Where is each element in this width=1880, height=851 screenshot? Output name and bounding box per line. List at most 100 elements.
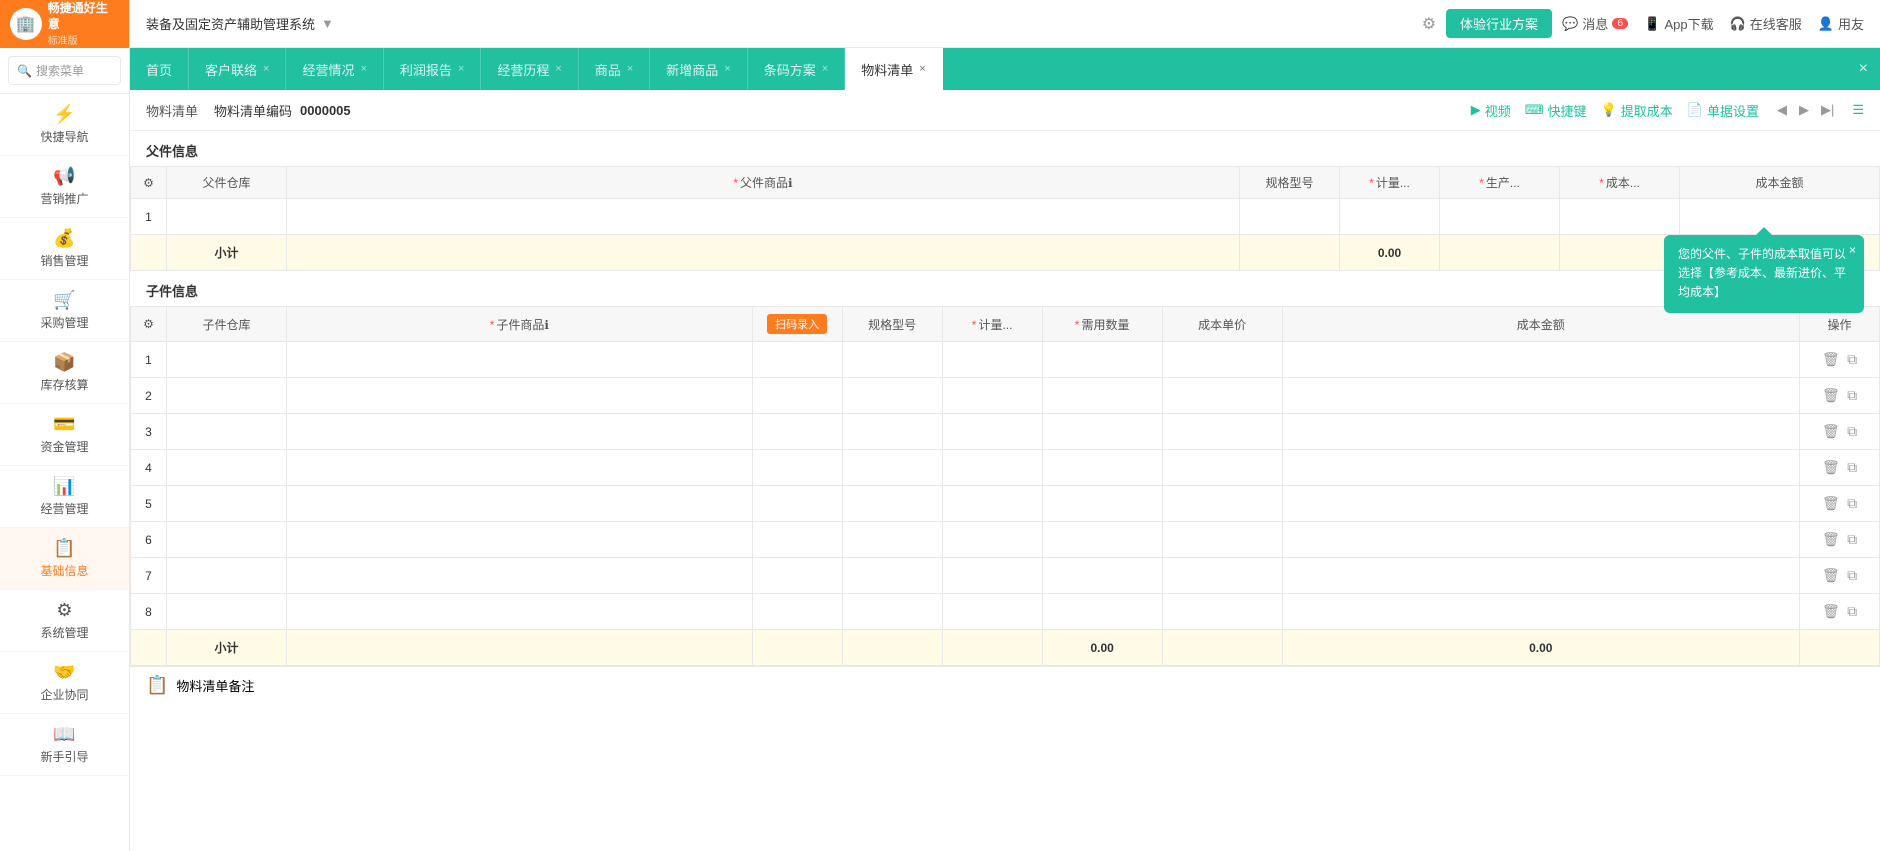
child-row-unit-cost[interactable] <box>1162 522 1282 558</box>
child-row-qty[interactable] <box>1042 414 1162 450</box>
tab-goods[interactable]: 商品 × <box>579 48 650 90</box>
parent-row-warehouse[interactable] <box>167 199 287 235</box>
single-settings-action[interactable]: 📄 单据设置 <box>1687 101 1759 120</box>
child-row-warehouse[interactable] <box>167 558 287 594</box>
settings-gear-icon[interactable]: ⚙ <box>1422 14 1436 34</box>
child-row-spec[interactable] <box>842 594 942 630</box>
delete-row-btn[interactable]: 🗑 <box>1822 531 1840 547</box>
tab-add-goods-close[interactable]: × <box>724 63 730 75</box>
child-row-product[interactable] <box>287 594 753 630</box>
child-row-unit-cost[interactable] <box>1162 450 1282 486</box>
view-action[interactable]: ▶ 视频 <box>1471 101 1511 120</box>
online-service-action[interactable]: 🎧 在线客服 <box>1730 14 1802 33</box>
parent-row-cost[interactable] <box>1560 199 1680 235</box>
child-row-warehouse[interactable] <box>167 522 287 558</box>
child-row-spec[interactable] <box>842 342 942 378</box>
child-row-unit-cost[interactable] <box>1162 342 1282 378</box>
system-dropdown-icon[interactable]: ▼ <box>321 16 334 31</box>
tab-home[interactable]: 首页 <box>130 48 189 90</box>
tab-history-close[interactable]: × <box>555 63 561 75</box>
child-row-warehouse[interactable] <box>167 378 287 414</box>
parent-row-unit[interactable] <box>1340 199 1440 235</box>
tab-add-goods[interactable]: 新增商品 × <box>650 48 747 90</box>
child-row-warehouse[interactable] <box>167 594 287 630</box>
tab-bom[interactable]: 物料清单 × <box>845 48 942 90</box>
copy-row-btn[interactable]: ⧉ <box>1847 423 1857 439</box>
child-row-qty[interactable] <box>1042 378 1162 414</box>
sidebar-item-sales[interactable]: 💰 销售管理 <box>0 218 129 280</box>
child-row-unit[interactable] <box>942 378 1042 414</box>
child-row-product[interactable] <box>287 414 753 450</box>
child-row-spec[interactable] <box>842 522 942 558</box>
sidebar-item-finance[interactable]: 💳 资金管理 <box>0 404 129 466</box>
sidebar-item-quick-nav[interactable]: ⚡ 快捷导航 <box>0 94 129 156</box>
layout-icon[interactable]: ☰ <box>1852 102 1864 118</box>
sidebar-item-guide[interactable]: 📖 新手引导 <box>0 714 129 776</box>
user-action[interactable]: 👤 用友 <box>1818 14 1864 33</box>
child-row-product[interactable] <box>287 486 753 522</box>
sidebar-item-purchase[interactable]: 🛒 采购管理 <box>0 280 129 342</box>
child-row-unit[interactable] <box>942 486 1042 522</box>
parent-row-spec[interactable] <box>1240 199 1340 235</box>
copy-row-btn[interactable]: ⧉ <box>1847 495 1857 511</box>
sidebar-item-operations[interactable]: 📊 经营管理 <box>0 466 129 528</box>
child-row-warehouse[interactable] <box>167 450 287 486</box>
nav-close-all-btn[interactable]: × <box>1847 60 1880 78</box>
sidebar-item-basics[interactable]: 📋 基础信息 <box>0 528 129 590</box>
child-row-product[interactable] <box>287 342 753 378</box>
child-row-product[interactable] <box>287 522 753 558</box>
child-row-product[interactable] <box>287 450 753 486</box>
tab-history[interactable]: 经营历程 × <box>481 48 578 90</box>
tab-profit[interactable]: 利润报告 × <box>384 48 481 90</box>
tab-goods-close[interactable]: × <box>627 63 633 75</box>
child-row-spec[interactable] <box>842 486 942 522</box>
pager-prev-btn[interactable]: ◀ <box>1773 100 1791 120</box>
app-download-action[interactable]: 📱 App下载 <box>1644 14 1713 33</box>
child-row-qty[interactable] <box>1042 522 1162 558</box>
delete-row-btn[interactable]: 🗑 <box>1822 423 1840 439</box>
pager-last-btn[interactable]: ▶| <box>1817 100 1838 120</box>
tab-barcode[interactable]: 条码方案 × <box>748 48 845 90</box>
experience-btn[interactable]: 体验行业方案 <box>1446 9 1552 38</box>
delete-row-btn[interactable]: 🗑 <box>1822 603 1840 619</box>
child-row-warehouse[interactable] <box>167 414 287 450</box>
shortcut-action[interactable]: ⌨ 快捷键 <box>1525 101 1587 120</box>
copy-row-btn[interactable]: ⧉ <box>1847 459 1857 475</box>
child-row-qty[interactable] <box>1042 486 1162 522</box>
tab-bom-close[interactable]: × <box>919 63 925 75</box>
child-row-unit[interactable] <box>942 558 1042 594</box>
sidebar-item-cooperation[interactable]: 🤝 企业协同 <box>0 652 129 714</box>
child-row-qty[interactable] <box>1042 558 1162 594</box>
child-row-spec[interactable] <box>842 378 942 414</box>
child-row-spec[interactable] <box>842 558 942 594</box>
extract-cost-action[interactable]: 💡 提取成本 <box>1601 101 1673 120</box>
scan-input-btn[interactable]: 扫码录入 <box>767 314 827 334</box>
message-action[interactable]: 💬 消息 6 <box>1562 14 1628 33</box>
child-row-warehouse[interactable] <box>167 486 287 522</box>
child-row-product[interactable] <box>287 558 753 594</box>
sidebar-item-marketing[interactable]: 📢 营销推广 <box>0 156 129 218</box>
delete-row-btn[interactable]: 🗑 <box>1822 387 1840 403</box>
child-row-unit-cost[interactable] <box>1162 558 1282 594</box>
copy-row-btn[interactable]: ⧉ <box>1847 351 1857 367</box>
copy-row-btn[interactable]: ⧉ <box>1847 387 1857 403</box>
parent-row-production[interactable] <box>1440 199 1560 235</box>
delete-row-btn[interactable]: 🗑 <box>1822 567 1840 583</box>
child-row-unit-cost[interactable] <box>1162 414 1282 450</box>
child-row-qty[interactable] <box>1042 450 1162 486</box>
search-menu-button[interactable]: 🔍 搜索菜单 <box>8 56 121 85</box>
child-row-product[interactable] <box>287 378 753 414</box>
parent-row-product[interactable] <box>287 199 1240 235</box>
sidebar-item-inventory[interactable]: 📦 库存核算 <box>0 342 129 404</box>
sidebar-item-system[interactable]: ⚙ 系统管理 <box>0 590 129 652</box>
tab-customer[interactable]: 客户联络 × <box>189 48 286 90</box>
copy-row-btn[interactable]: ⧉ <box>1847 531 1857 547</box>
copy-row-btn[interactable]: ⧉ <box>1847 603 1857 619</box>
delete-row-btn[interactable]: 🗑 <box>1822 495 1840 511</box>
tab-barcode-close[interactable]: × <box>822 63 828 75</box>
child-row-unit-cost[interactable] <box>1162 378 1282 414</box>
child-row-unit[interactable] <box>942 522 1042 558</box>
child-row-qty[interactable] <box>1042 342 1162 378</box>
tooltip-close-btn[interactable]: × <box>1849 241 1856 260</box>
delete-row-btn[interactable]: 🗑 <box>1822 459 1840 475</box>
